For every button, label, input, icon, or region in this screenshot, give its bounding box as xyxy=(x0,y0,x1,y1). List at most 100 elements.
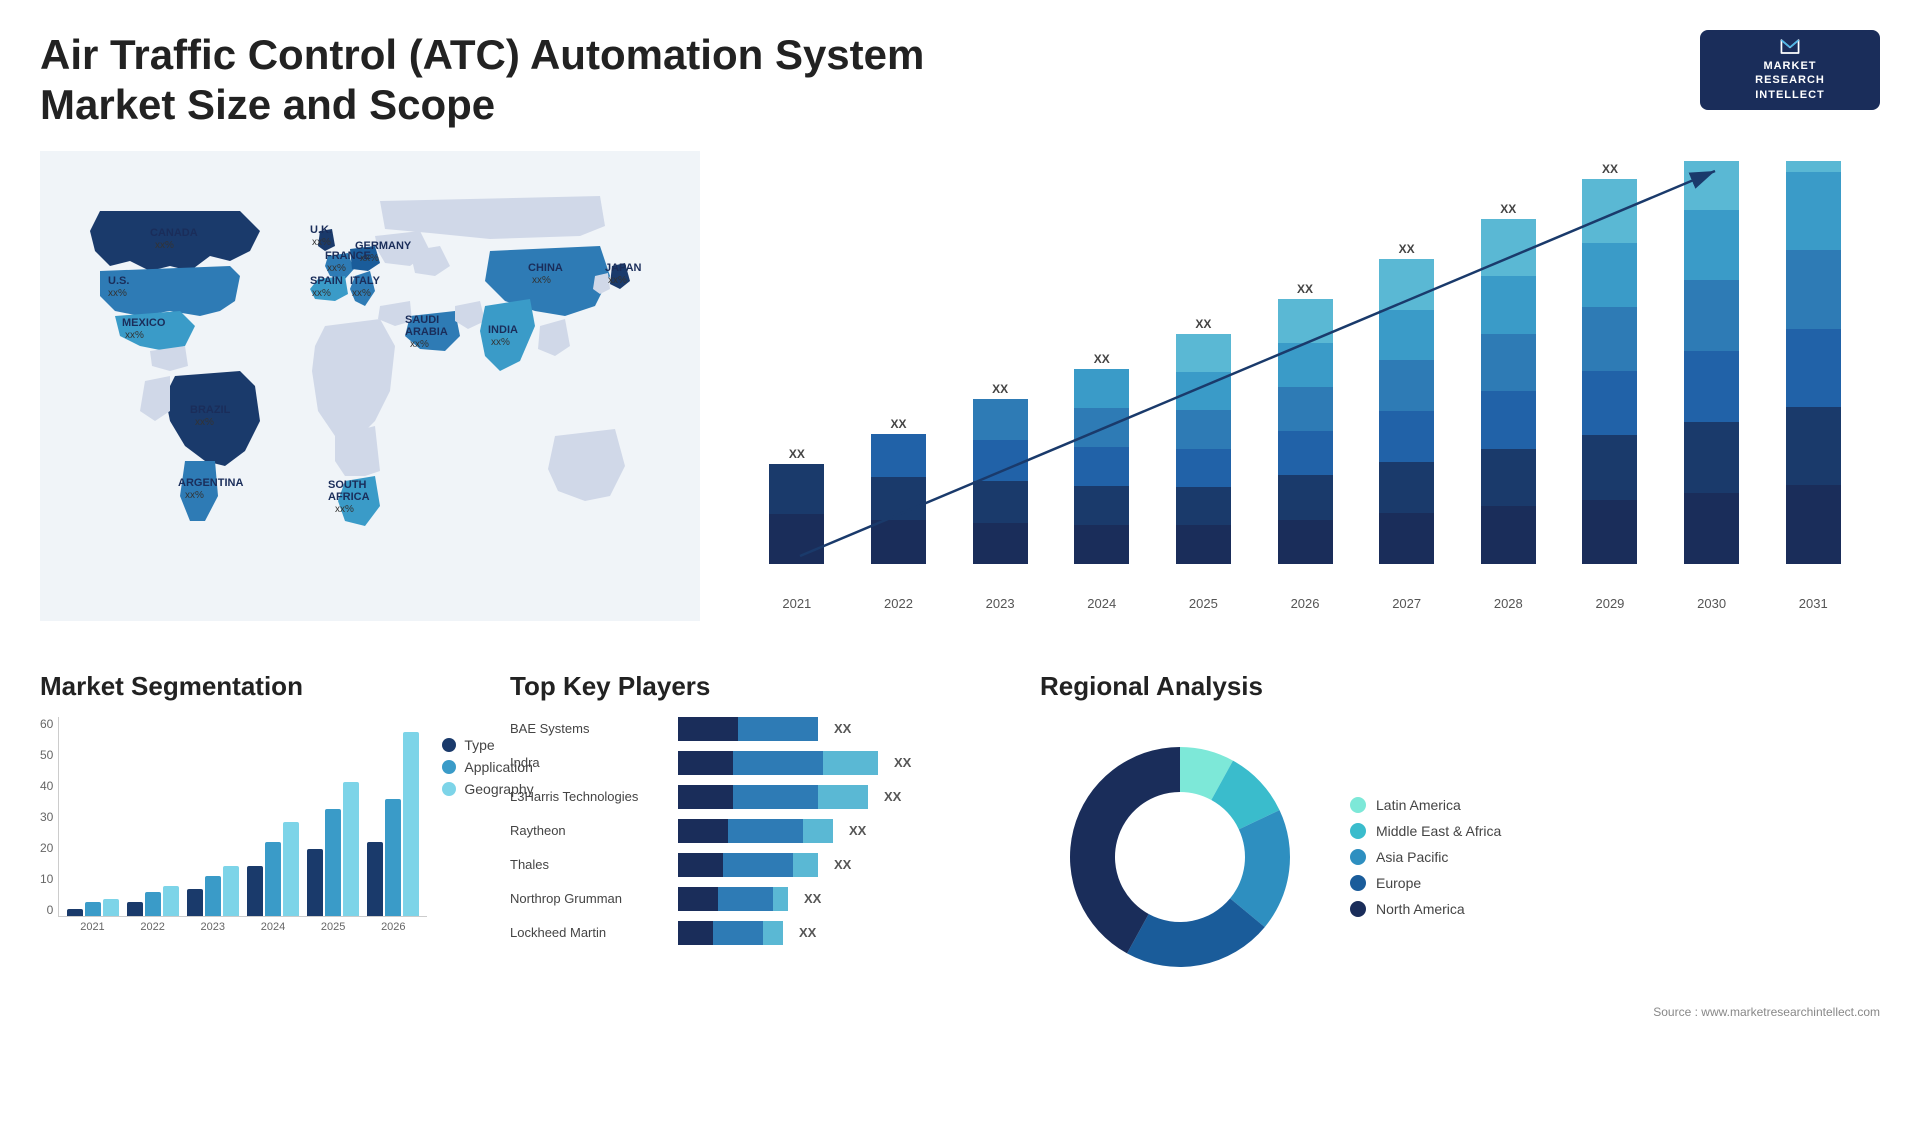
bar-stack-2024 xyxy=(1074,369,1129,564)
spain-value: xx% xyxy=(312,288,331,299)
bar-stack-2031 xyxy=(1786,161,1841,564)
bar-xlabel-2031: 2031 xyxy=(1766,596,1860,611)
top-row: CANADA xx% U.S. xx% MEXICO xx% BRAZIL xx… xyxy=(40,151,1880,651)
seg-xlabel-2026: 2026 xyxy=(367,921,419,933)
bar-xlabel-2029: 2029 xyxy=(1563,596,1657,611)
seg-bar xyxy=(403,732,419,915)
mexico-label: MEXICO xyxy=(122,317,166,329)
bar-col-2021: XX xyxy=(750,447,844,564)
south-africa-label: SOUTH xyxy=(328,479,367,491)
bar-col-2029: XX xyxy=(1563,162,1657,564)
seg-group-2022 xyxy=(127,716,179,916)
regional-legend: Latin America Middle East & Africa Asia Pa… xyxy=(1350,797,1501,917)
player-value: XX xyxy=(884,789,901,804)
regional-legend-item: Middle East & Africa xyxy=(1350,823,1501,839)
player-value: XX xyxy=(894,755,911,770)
argentina-value: xx% xyxy=(185,490,204,501)
segmentation-chart-area: 60 50 40 30 20 10 0 20212022202320242025… xyxy=(40,717,480,937)
logo-text: MARKET RESEARCH INTELLECT xyxy=(1755,59,1825,102)
bar-chart-section: XXXXXXXXXXXXXXXXXXXXXX 202120222023 xyxy=(720,151,1880,651)
uk-value: xx% xyxy=(312,237,331,248)
brazil-value: xx% xyxy=(195,417,214,428)
bar-col-2030: XX xyxy=(1665,161,1759,564)
argentina-label: ARGENTINA xyxy=(178,477,243,489)
bar-xlabel-2022: 2022 xyxy=(852,596,946,611)
bar-stack-2030 xyxy=(1684,161,1739,564)
bar-xlabel-2024: 2024 xyxy=(1055,596,1149,611)
bar-xx-2023: XX xyxy=(992,382,1008,396)
regional-legend-label: Latin America xyxy=(1376,797,1461,813)
us-value: xx% xyxy=(108,288,127,299)
regional-legend-item: Latin America xyxy=(1350,797,1501,813)
seg-bar xyxy=(265,842,281,915)
player-bar xyxy=(678,887,788,911)
seg-bar xyxy=(163,886,179,916)
seg-bar xyxy=(127,902,143,915)
seg-bar xyxy=(307,849,323,916)
seg-bar xyxy=(247,866,263,916)
world-map: CANADA xx% U.S. xx% MEXICO xx% BRAZIL xx… xyxy=(40,151,700,621)
player-name: Northrop Grumman xyxy=(510,891,670,906)
regional-title: Regional Analysis xyxy=(1040,671,1880,702)
bar-xx-2027: XX xyxy=(1399,242,1415,256)
player-bar xyxy=(678,853,818,877)
saudi-value: xx% xyxy=(410,339,429,350)
seg-bar xyxy=(145,892,161,915)
bar-stack-2027 xyxy=(1379,259,1434,564)
saudi-label2: ARABIA xyxy=(405,326,448,338)
bar-col-2031: XX xyxy=(1766,161,1860,564)
south-africa-value: xx% xyxy=(335,504,354,515)
legend-dot xyxy=(442,782,456,796)
legend-dot xyxy=(442,738,456,752)
players-title: Top Key Players xyxy=(510,671,1010,702)
seg-bar xyxy=(67,909,83,916)
map-section: CANADA xx% U.S. xx% MEXICO xx% BRAZIL xx… xyxy=(40,151,700,651)
bar-stack-2025 xyxy=(1176,334,1231,564)
india-value: xx% xyxy=(491,337,510,348)
player-name: L3Harris Technologies xyxy=(510,789,670,804)
bar-stack-2029 xyxy=(1582,179,1637,564)
page-title: Air Traffic Control (ATC) Automation Sys… xyxy=(40,30,940,131)
page: Air Traffic Control (ATC) Automation Sys… xyxy=(0,0,1920,1146)
player-row: BAE SystemsXX xyxy=(510,717,1010,741)
bar-stack-2022 xyxy=(871,434,926,564)
bar-col-2026: XX xyxy=(1258,282,1352,564)
bar-xlabel-2028: 2028 xyxy=(1461,596,1555,611)
player-value: XX xyxy=(804,891,821,906)
regional-legend-item: Asia Pacific xyxy=(1350,849,1501,865)
bar-stack-2028 xyxy=(1481,219,1536,564)
regional-content: Latin America Middle East & Africa Asia Pa… xyxy=(1040,717,1880,997)
player-bar xyxy=(678,717,818,741)
canada-value: xx% xyxy=(155,240,174,251)
regional-legend-dot xyxy=(1350,797,1366,813)
bar-xlabel-2021: 2021 xyxy=(750,596,844,611)
spain-label: SPAIN xyxy=(310,275,343,287)
header: Air Traffic Control (ATC) Automation Sys… xyxy=(40,30,1880,131)
regional-legend-label: Middle East & Africa xyxy=(1376,823,1501,839)
germany-value: xx% xyxy=(360,253,379,264)
france-value: xx% xyxy=(327,263,346,274)
bar-xlabel-2027: 2027 xyxy=(1360,596,1454,611)
bar-xx-2024: XX xyxy=(1094,352,1110,366)
player-row: ThalesXX xyxy=(510,853,1010,877)
seg-bar xyxy=(223,866,239,916)
bar-stack-2023 xyxy=(973,399,1028,564)
india-label: INDIA xyxy=(488,324,518,336)
player-value: XX xyxy=(799,925,816,940)
seg-xlabel-2024: 2024 xyxy=(247,921,299,933)
regional-legend-label: Asia Pacific xyxy=(1376,849,1448,865)
seg-group-2026 xyxy=(367,716,419,916)
bar-xlabel-2025: 2025 xyxy=(1157,596,1251,611)
player-row: Lockheed MartinXX xyxy=(510,921,1010,945)
bar-col-2024: XX xyxy=(1055,352,1149,564)
regional-legend-dot xyxy=(1350,875,1366,891)
bar-xlabel-2026: 2026 xyxy=(1258,596,1352,611)
player-row: L3Harris Technologies XX xyxy=(510,785,1010,809)
china-label: CHINA xyxy=(528,262,563,274)
players-list: BAE SystemsXXIndraXXL3Harris Technologie… xyxy=(510,717,1010,945)
player-bar xyxy=(678,785,868,809)
seg-bar xyxy=(343,782,359,915)
italy-label: ITALY xyxy=(350,275,381,287)
regional-legend-dot xyxy=(1350,823,1366,839)
bar-col-2023: XX xyxy=(953,382,1047,564)
